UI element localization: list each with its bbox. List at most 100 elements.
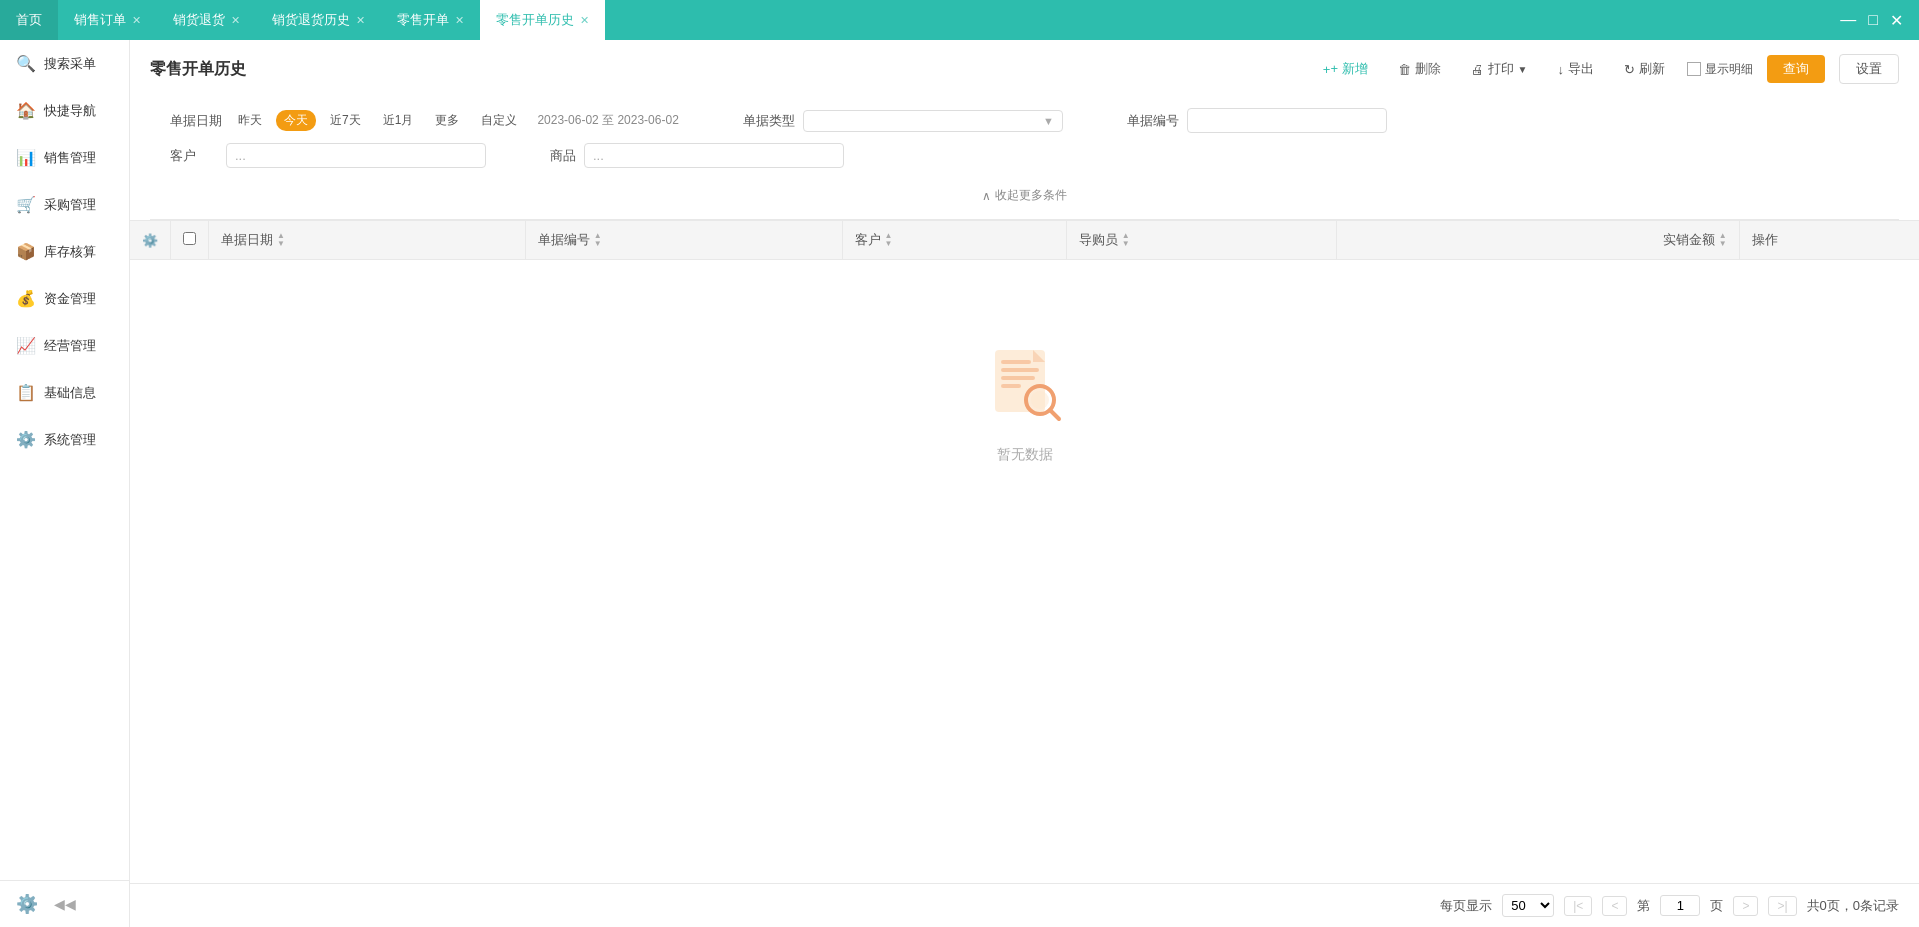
display-detail-button[interactable]: 显示明细 [1687,61,1753,78]
client-filter-label: 客户 [170,147,196,165]
select-all-checkbox[interactable] [183,232,196,245]
date-filter-item: 单据日期 昨天 今天 近7天 近1月 更多 自定义 2023-06-02 至 2… [170,110,679,131]
refresh-button[interactable]: ↻ 刷新 [1616,56,1673,82]
chevron-down-icon: ▼ [1043,115,1054,127]
tab-sales-return-history[interactable]: 销货退货历史 ✕ [256,0,381,40]
svg-rect-3 [1001,376,1035,380]
export-button[interactable]: ↓ 导出 [1550,56,1603,82]
more-btn[interactable]: 更多 [427,110,467,131]
sort-arrows-guide: ▲▼ [1122,232,1130,248]
sidebar-item-inventory[interactable]: 📦 库存核算 [0,228,129,275]
minimize-icon[interactable]: — [1840,11,1856,29]
number-filter-item: 单据编号 [1127,108,1387,133]
empty-text: 暂无数据 [997,446,1053,464]
window-close-icon[interactable]: ✕ [1890,11,1903,30]
empty-illustration [975,340,1075,430]
system-icon: ⚙️ [16,430,36,449]
type-filter-select[interactable]: ▼ [803,110,1063,132]
collapse-button[interactable]: ∧ 收起更多条件 [972,184,1077,207]
sidebar-item-sales[interactable]: 📊 销售管理 [0,134,129,181]
svg-point-7 [1031,391,1049,409]
th-spacer [1337,221,1424,260]
last-page-btn[interactable]: >| [1768,896,1796,916]
next-page-btn[interactable]: > [1733,896,1758,916]
product-filter-input[interactable]: ... [584,143,844,168]
purchase-icon: 🛒 [16,195,36,214]
th-client[interactable]: 客户 ▲▼ [842,221,1066,260]
sidebar-item-search[interactable]: 🔍 搜索采单 [0,40,129,87]
last1month-btn[interactable]: 近1月 [375,110,422,131]
svg-rect-4 [1001,384,1021,388]
per-page-select[interactable]: 50 100 200 [1502,894,1554,917]
tab-sales-order[interactable]: 销售订单 ✕ [58,0,157,40]
tab-list: 首页 销售订单 ✕ 销货退货 ✕ 销货退货历史 ✕ 零售开单 ✕ 零售开单历史 … [0,0,1840,40]
collapse-sidebar-icon[interactable]: ◀◀ [54,896,76,912]
prev-page-btn[interactable]: < [1602,896,1627,916]
sidebar-item-label: 基础信息 [44,384,96,402]
operations-icon: 📈 [16,336,36,355]
close-icon[interactable]: ✕ [356,14,365,27]
home-icon: 🏠 [16,101,36,120]
filter-row-1: 单据日期 昨天 今天 近7天 近1月 更多 自定义 2023-06-02 至 2… [170,108,1879,133]
today-btn[interactable]: 今天 [276,110,316,131]
new-button[interactable]: + + 新增 [1315,56,1376,82]
th-date[interactable]: 单据日期 ▲▼ [209,221,526,260]
gear-icon[interactable]: ⚙️ [16,893,38,915]
content-area: 零售开单历史 + + 新增 🗑 删除 🖨 打印 ▼ [130,40,1919,927]
number-filter-label: 单据编号 [1127,112,1179,130]
sort-arrows-client: ▲▼ [885,232,893,248]
print-button[interactable]: 🖨 打印 ▼ [1463,56,1536,82]
th-number[interactable]: 单据编号 ▲▼ [525,221,842,260]
sidebar-bottom: ⚙️ ◀◀ [0,880,129,927]
total-label: 共0页，0条记录 [1807,897,1899,915]
tab-retail-order-history[interactable]: 零售开单历史 ✕ [480,0,605,40]
export-icon: ↓ [1558,62,1565,77]
yesterday-btn[interactable]: 昨天 [230,110,270,131]
toolbar: + + 新增 🗑 删除 🖨 打印 ▼ ↓ 导出 [1315,54,1899,84]
tab-sales-return[interactable]: 销货退货 ✕ [157,0,256,40]
query-button[interactable]: 查询 [1767,55,1825,83]
settings-button[interactable]: 设置 [1839,54,1899,84]
sidebar-item-operations[interactable]: 📈 经营管理 [0,322,129,369]
client-filter-input[interactable]: ... [226,143,486,168]
sidebar-item-label: 销售管理 [44,149,96,167]
finance-icon: 💰 [16,289,36,308]
first-page-btn[interactable]: |< [1564,896,1592,916]
sidebar-item-finance[interactable]: 💰 资金管理 [0,275,129,322]
sort-arrows-number: ▲▼ [594,232,602,248]
tab-home[interactable]: 首页 [0,0,58,40]
sidebar-item-basic-info[interactable]: 📋 基础信息 [0,369,129,416]
print-dropdown-icon: ▼ [1518,64,1528,75]
sort-arrows-amount: ▲▼ [1719,232,1727,248]
sidebar-item-label: 经营管理 [44,337,96,355]
table-checkbox-th[interactable] [171,221,209,260]
sidebar-item-system[interactable]: ⚙️ 系统管理 [0,416,129,463]
number-filter-input[interactable] [1187,108,1387,133]
page-number-input[interactable] [1660,895,1700,916]
sales-icon: 📊 [16,148,36,167]
sidebar-item-label: 搜索采单 [44,55,96,73]
sidebar-item-nav[interactable]: 🏠 快捷导航 [0,87,129,134]
custom-btn[interactable]: 自定义 [473,110,525,131]
type-filter-label: 单据类型 [743,112,795,130]
sidebar-item-label: 系统管理 [44,431,96,449]
sidebar-item-purchase[interactable]: 🛒 采购管理 [0,181,129,228]
checkbox-icon [1687,62,1701,76]
top-bar: 首页 销售订单 ✕ 销货退货 ✕ 销货退货历史 ✕ 零售开单 ✕ 零售开单历史 … [0,0,1919,40]
main-layout: 🔍 搜索采单 🏠 快捷导航 📊 销售管理 🛒 采购管理 📦 库存核算 💰 资金管… [0,40,1919,927]
last7-btn[interactable]: 近7天 [322,110,369,131]
client-filter-item: 客户 ... [170,143,486,168]
delete-button[interactable]: 🗑 删除 [1390,56,1449,82]
tab-retail-order[interactable]: 零售开单 ✕ [381,0,480,40]
close-icon[interactable]: ✕ [455,14,464,27]
th-guide[interactable]: 导购员 ▲▼ [1066,221,1336,260]
table-settings-th[interactable]: ⚙️ [130,221,171,260]
close-icon[interactable]: ✕ [231,14,240,27]
close-icon[interactable]: ✕ [580,14,589,27]
plus-icon: + [1323,62,1331,77]
refresh-icon: ↻ [1624,62,1635,77]
table-settings-icon[interactable]: ⚙️ [142,233,158,248]
close-icon[interactable]: ✕ [132,14,141,27]
maximize-icon[interactable]: □ [1868,11,1878,29]
th-amount[interactable]: 实销金额 ▲▼ [1424,221,1739,260]
